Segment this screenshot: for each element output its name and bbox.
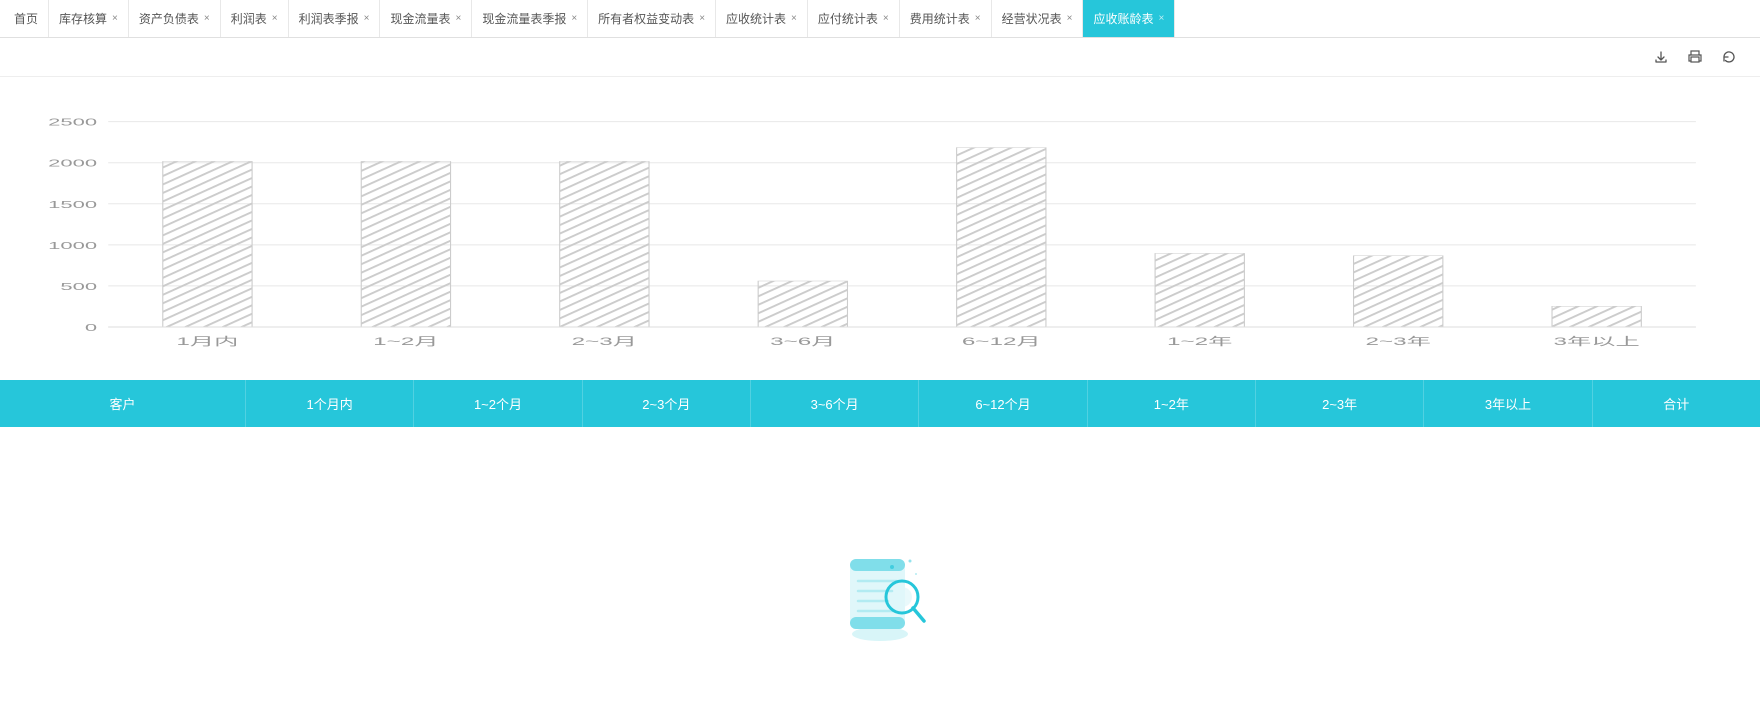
page-header <box>0 38 1760 77</box>
svg-text:1~2月: 1~2月 <box>373 335 438 347</box>
tab-label: 经营状况表 <box>1002 10 1062 27</box>
maximize-button[interactable] <box>1726 17 1734 21</box>
minimize-button[interactable] <box>1712 17 1720 21</box>
tab-item-profit[interactable]: 利润表 × <box>221 0 289 37</box>
tab-item-inventory[interactable]: 库存核算 × <box>49 0 129 37</box>
download-icon <box>1654 50 1668 64</box>
tab-item-balance-sheet[interactable]: 资产负债表 × <box>129 0 221 37</box>
table-body <box>0 427 1760 720</box>
table-header-cell-8: 3年以上 <box>1424 380 1592 427</box>
svg-text:500: 500 <box>60 281 97 292</box>
tab-item-payable-stats[interactable]: 应付统计表 × <box>808 0 900 37</box>
tab-close-icon[interactable]: × <box>571 13 577 24</box>
tab-label: 费用统计表 <box>910 10 970 27</box>
tab-item-expense-stats[interactable]: 费用统计表 × <box>900 0 992 37</box>
window-actions <box>1704 17 1756 21</box>
tab-close-icon[interactable]: × <box>791 13 797 24</box>
table-header-cell-7: 2~3年 <box>1256 380 1424 427</box>
tab-close-icon[interactable]: × <box>1067 13 1073 24</box>
bar-chart: 0 500 1000 1500 2000 2500 1月内 1~2月 2~3月 3~6月 6~12月… <box>20 87 1740 367</box>
tab-close-icon[interactable]: × <box>883 13 889 24</box>
table-header-cell-6: 1~2年 <box>1088 380 1256 427</box>
svg-text:2500: 2500 <box>48 117 97 128</box>
tab-item-receivable-stats[interactable]: 应收统计表 × <box>716 0 808 37</box>
tab-label: 资产负债表 <box>139 10 199 27</box>
svg-text:1~2年: 1~2年 <box>1167 335 1232 347</box>
table-header-cell-3: 2~3个月 <box>583 380 751 427</box>
download-button[interactable] <box>1654 50 1672 64</box>
chart-area: 0 500 1000 1500 2000 2500 1月内 1~2月 2~3月 3~6月 6~12月… <box>0 77 1760 380</box>
tab-close-icon[interactable]: × <box>112 13 118 24</box>
tab-label: 所有者权益变动表 <box>598 10 694 27</box>
svg-text:2000: 2000 <box>48 158 97 169</box>
tab-item-equity[interactable]: 所有者权益变动表 × <box>588 0 716 37</box>
tab-label: 现金流量表 <box>390 10 450 27</box>
table-header-cell-9: 合计 <box>1593 380 1760 427</box>
tab-label: 利润表季报 <box>299 10 359 27</box>
tab-close-icon[interactable]: × <box>699 13 705 24</box>
close-button[interactable] <box>1740 17 1748 21</box>
tab-label: 库存核算 <box>59 10 107 27</box>
tab-close-icon[interactable]: × <box>364 13 370 24</box>
svg-text:1月内: 1月内 <box>176 335 238 347</box>
print-icon <box>1688 50 1702 64</box>
tab-item-profit-quarterly[interactable]: 利润表季报 × <box>289 0 381 37</box>
tab-label: 现金流量表季报 <box>482 10 566 27</box>
table-header: 客户1个月内1~2个月2~3个月3~6个月6~12个月1~2年2~3年3年以上合… <box>0 380 1760 427</box>
table-header-cell-0: 客户 <box>0 380 246 427</box>
svg-text:1500: 1500 <box>48 199 97 210</box>
table-header-cell-4: 3~6个月 <box>751 380 919 427</box>
empty-illustration <box>820 529 940 649</box>
tab-close-icon[interactable]: × <box>1158 13 1164 24</box>
svg-text:0: 0 <box>85 322 97 333</box>
page-actions <box>1654 50 1740 64</box>
print-button[interactable] <box>1688 50 1706 64</box>
tab-close-icon[interactable]: × <box>204 13 210 24</box>
tab-close-icon[interactable]: × <box>272 13 278 24</box>
tab-close-icon[interactable]: × <box>455 13 461 24</box>
table-header-cell-2: 1~2个月 <box>414 380 582 427</box>
tab-item-cashflow-quarterly[interactable]: 现金流量表季报 × <box>472 0 588 37</box>
tab-item-operation[interactable]: 经营状况表 × <box>992 0 1084 37</box>
table-header-cell-5: 6~12个月 <box>919 380 1087 427</box>
page-container: 0 500 1000 1500 2000 2500 1月内 1~2月 2~3月 3~6月 6~12月… <box>0 38 1760 720</box>
refresh-icon <box>1722 50 1736 64</box>
empty-state <box>0 427 1760 720</box>
svg-text:3年以上: 3年以上 <box>1554 335 1640 347</box>
svg-text:2~3年: 2~3年 <box>1366 335 1431 347</box>
tab-item-cashflow[interactable]: 现金流量表 × <box>380 0 472 37</box>
svg-text:1000: 1000 <box>48 240 97 251</box>
tab-bar: 首页库存核算×资产负债表×利润表×利润表季报×现金流量表×现金流量表季报×所有者… <box>0 0 1760 38</box>
refresh-button[interactable] <box>1722 50 1740 64</box>
tab-label: 首页 <box>14 10 38 27</box>
tab-label: 应收统计表 <box>726 10 786 27</box>
tab-item-receivable-aging[interactable]: 应收账龄表 × <box>1083 0 1175 37</box>
tab-close-icon[interactable]: × <box>975 13 981 24</box>
table-header-cell-1: 1个月内 <box>246 380 414 427</box>
tab-item-home[interactable]: 首页 <box>4 0 49 37</box>
tab-label: 利润表 <box>231 10 267 27</box>
tab-label: 应付统计表 <box>818 10 878 27</box>
svg-text:2~3月: 2~3月 <box>572 335 637 347</box>
svg-text:6~12月: 6~12月 <box>962 335 1041 347</box>
tab-label: 应收账龄表 <box>1093 10 1153 27</box>
svg-text:3~6月: 3~6月 <box>770 335 835 347</box>
